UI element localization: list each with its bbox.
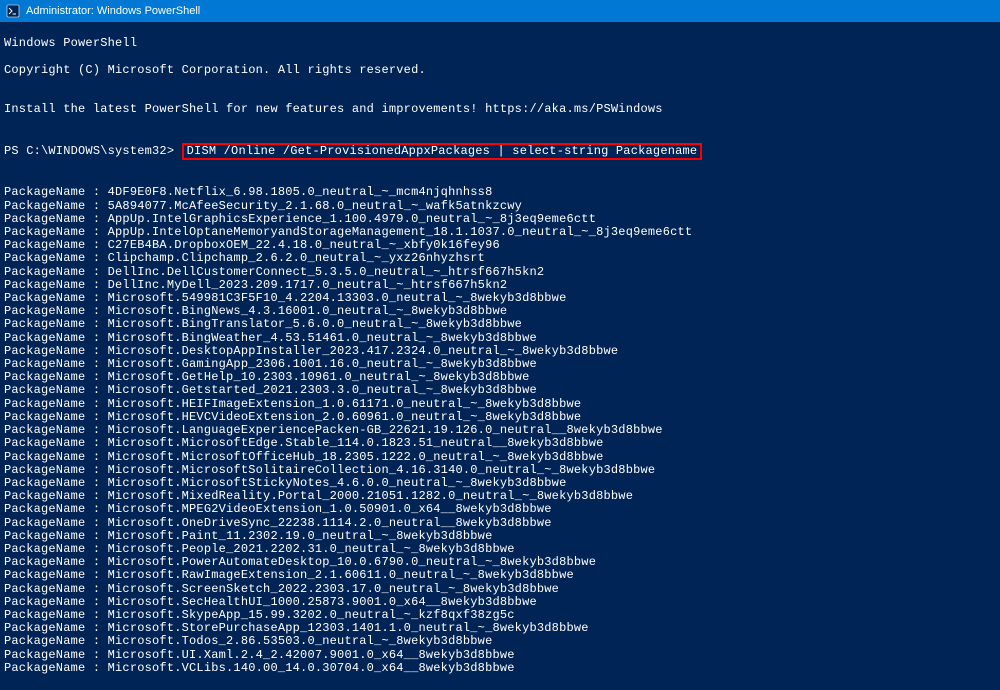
command-highlight: DISM /Online /Get-ProvisionedAppxPackage… bbox=[182, 143, 703, 160]
prompt-line: PS C:\WINDOWS\system32> DISM /Online /Ge… bbox=[4, 143, 996, 160]
package-line: PackageName : 4DF9E0F8.Netflix_6.98.1805… bbox=[4, 186, 996, 199]
package-line: PackageName : Microsoft.UI.Xaml.2.4_2.42… bbox=[4, 649, 996, 662]
powershell-icon bbox=[6, 4, 20, 18]
package-line: PackageName : Microsoft.SecHealthUI_1000… bbox=[4, 596, 996, 609]
header-line: Install the latest PowerShell for new fe… bbox=[4, 103, 996, 116]
package-line: PackageName : Microsoft.PowerAutomateDes… bbox=[4, 556, 996, 569]
package-line: PackageName : Microsoft.MicrosoftSolitai… bbox=[4, 464, 996, 477]
package-line: PackageName : Microsoft.OneDriveSync_222… bbox=[4, 517, 996, 530]
package-line: PackageName : Microsoft.StorePurchaseApp… bbox=[4, 622, 996, 635]
package-line: PackageName : Microsoft.BingTranslator_5… bbox=[4, 318, 996, 331]
package-line: PackageName : Microsoft.HEIFImageExtensi… bbox=[4, 398, 996, 411]
titlebar[interactable]: Administrator: Windows PowerShell bbox=[0, 0, 1000, 22]
command-text: DISM /Online /Get-ProvisionedAppxPackage… bbox=[187, 144, 698, 158]
header-line: Windows PowerShell bbox=[4, 37, 996, 50]
package-line: PackageName : Microsoft.MPEG2VideoExtens… bbox=[4, 503, 996, 516]
package-line: PackageName : Clipchamp.Clipchamp_2.6.2.… bbox=[4, 252, 996, 265]
packages-list: PackageName : 4DF9E0F8.Netflix_6.98.1805… bbox=[4, 186, 996, 675]
terminal-output[interactable]: Windows PowerShell Copyright (C) Microso… bbox=[0, 22, 1000, 690]
package-line: PackageName : Microsoft.Todos_2.86.53503… bbox=[4, 635, 996, 648]
package-line: PackageName : Microsoft.RawImageExtensio… bbox=[4, 569, 996, 582]
package-line: PackageName : Microsoft.ScreenSketch_202… bbox=[4, 583, 996, 596]
window-title: Administrator: Windows PowerShell bbox=[26, 5, 200, 17]
prompt-ps: PS C:\WINDOWS\system32> bbox=[4, 145, 182, 158]
package-line: PackageName : Microsoft.VCLibs.140.00_14… bbox=[4, 662, 996, 675]
package-line: PackageName : Microsoft.Paint_11.2302.19… bbox=[4, 530, 996, 543]
package-line: PackageName : Microsoft.MicrosoftEdge.St… bbox=[4, 437, 996, 450]
package-line: PackageName : Microsoft.SkypeApp_15.99.3… bbox=[4, 609, 996, 622]
package-line: PackageName : Microsoft.People_2021.2202… bbox=[4, 543, 996, 556]
package-line: PackageName : Microsoft.Getstarted_2021.… bbox=[4, 384, 996, 397]
package-line: PackageName : DellInc.DellCustomerConnec… bbox=[4, 266, 996, 279]
package-line: PackageName : Microsoft.MicrosoftOfficeH… bbox=[4, 451, 996, 464]
package-line: PackageName : Microsoft.BingWeather_4.53… bbox=[4, 332, 996, 345]
package-line: PackageName : 5A894077.McAfeeSecurity_2.… bbox=[4, 200, 996, 213]
header-line: Copyright (C) Microsoft Corporation. All… bbox=[4, 64, 996, 77]
